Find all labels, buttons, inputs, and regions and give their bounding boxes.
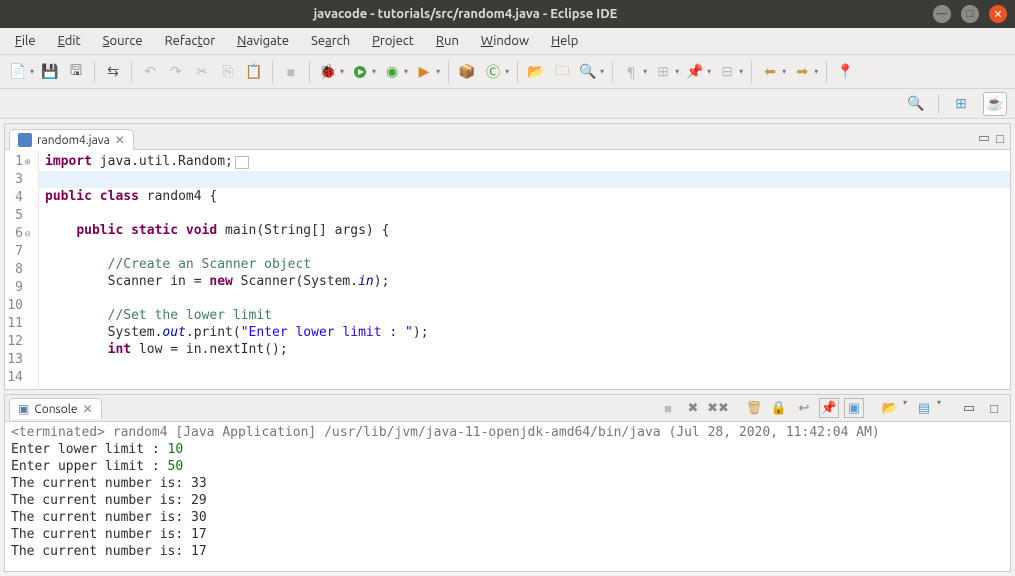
new-button[interactable]: 📄 <box>6 60 30 84</box>
console-clear-icon[interactable]: 🗑 <box>744 398 764 418</box>
menu-help[interactable]: Help <box>542 31 587 51</box>
console-word-wrap-icon[interactable]: ↩ <box>794 398 814 418</box>
run-last-button[interactable]: ▶ <box>412 60 436 84</box>
toggle-block-button[interactable]: ⊞ <box>651 60 675 84</box>
menu-file[interactable]: File <box>6 31 45 51</box>
console-maximize-icon[interactable]: □ <box>984 398 1004 418</box>
annotation-button[interactable]: ⊟ <box>715 60 739 84</box>
console-icon: ▣ <box>18 402 29 416</box>
console-remove-terminated-icon[interactable]: ✖ <box>683 398 703 418</box>
console-line: The current number is: 30 <box>11 509 1004 526</box>
menu-search[interactable]: Search <box>302 31 359 51</box>
new-class-button[interactable]: Ⓒ <box>481 60 505 84</box>
console-display-icon[interactable]: ▤ <box>914 398 934 418</box>
editor-tab-label: random4.java <box>37 134 110 147</box>
console-tab-close-icon[interactable]: ✕ <box>83 402 93 416</box>
java-file-icon <box>18 133 32 147</box>
window-close-button[interactable]: ✕ <box>989 5 1007 23</box>
console-line: The current number is: 17 <box>11 543 1004 560</box>
console-scroll-lock-icon[interactable]: 🔒 <box>769 398 789 418</box>
toggle-mark-button[interactable]: ¶ <box>619 60 643 84</box>
menu-source[interactable]: Source <box>94 31 152 51</box>
search-button[interactable]: 🔍 <box>576 60 600 84</box>
editor-tab-random4[interactable]: random4.java ✕ <box>9 129 134 150</box>
window-maximize-button[interactable]: □ <box>961 5 979 23</box>
console-tab[interactable]: ▣ Console ✕ <box>9 398 102 419</box>
console-output[interactable]: <terminated> random4 [Java Application] … <box>5 422 1010 571</box>
console-line: The current number is: 33 <box>11 475 1004 492</box>
console-terminate-icon[interactable]: ■ <box>658 398 678 418</box>
console-pin-icon[interactable]: 📌 <box>819 398 839 418</box>
editor-tab-close-icon[interactable]: ✕ <box>115 133 125 147</box>
copy-button[interactable]: ⎘ <box>216 60 240 84</box>
link-editor-button[interactable]: ⇆ <box>101 60 125 84</box>
redo-button[interactable]: ↷ <box>164 60 188 84</box>
console-line: The current number is: 29 <box>11 492 1004 509</box>
console-line: Enter lower limit : 10 <box>11 441 1004 458</box>
line-number-gutter: 1⊕3 4 5 6⊖7 8 9 10 11 12 13 14 <box>5 150 39 389</box>
menu-run[interactable]: Run <box>427 31 468 51</box>
menu-refactor[interactable]: Refactor <box>156 31 225 51</box>
terminate-button[interactable]: ■ <box>279 60 303 84</box>
console-pane: ▣ Console ✕ ■ ✖ ✖✖ 🗑 🔒 ↩ 📌 ▣ 📂▾ ▤▾ ▭ □ <… <box>4 394 1011 572</box>
java-perspective-button[interactable]: ☕ <box>983 92 1007 116</box>
open-perspective-button[interactable]: ⊞ <box>949 92 973 116</box>
forward-button[interactable]: ➡ <box>790 60 814 84</box>
editor-pane: random4.java ✕ ▭ □ 1⊕3 4 5 6⊖7 8 9 10 11… <box>4 123 1011 390</box>
paste-button[interactable]: 📋 <box>242 60 266 84</box>
quick-access-search-icon[interactable]: 🔍 <box>904 92 928 116</box>
coverage-button[interactable]: ◉ <box>380 60 404 84</box>
console-toolbar: ■ ✖ ✖✖ 🗑 🔒 ↩ 📌 ▣ 📂▾ ▤▾ ▭ □ <box>658 398 1010 418</box>
editor-tab-row: random4.java ✕ ▭ □ <box>5 124 1010 150</box>
new-package-button[interactable]: 📦 <box>455 60 479 84</box>
console-line: The current number is: 17 <box>11 526 1004 543</box>
save-all-button[interactable]: 🖫 <box>64 60 88 84</box>
run-button[interactable] <box>348 60 372 84</box>
console-open-icon[interactable]: 📂 <box>880 398 900 418</box>
console-minimize-icon[interactable]: ▭ <box>959 398 979 418</box>
menu-bar: File Edit Source Refactor Navigate Searc… <box>0 28 1015 55</box>
main-toolbar: 📄▾ 💾 🖫 ⇆ ↶ ↷ ✂ ⎘ 📋 ■ 🐞▾ ▾ ◉▾ ▶▾ 📦 Ⓒ▾ 📂 🗀… <box>0 55 1015 89</box>
console-tab-row: ▣ Console ✕ ■ ✖ ✖✖ 🗑 🔒 ↩ 📌 ▣ 📂▾ ▤▾ ▭ □ <box>5 395 1010 422</box>
window-titlebar: javacode - tutorials/src/random4.java - … <box>0 0 1015 28</box>
console-show-console-icon[interactable]: ▣ <box>844 398 864 418</box>
console-tab-label: Console <box>34 403 77 416</box>
window-title: javacode - tutorials/src/random4.java - … <box>8 7 923 21</box>
save-button[interactable]: 💾 <box>38 60 62 84</box>
editor-minimize-icon[interactable]: ▭ <box>978 131 990 146</box>
menu-navigate[interactable]: Navigate <box>228 31 298 51</box>
window-minimize-button[interactable]: — <box>933 5 951 23</box>
pin-button[interactable]: 📌 <box>683 60 707 84</box>
back-button[interactable]: ⬅ <box>758 60 782 84</box>
menu-project[interactable]: Project <box>363 31 423 51</box>
menu-edit[interactable]: Edit <box>49 31 90 51</box>
debug-button[interactable]: 🐞 <box>316 60 340 84</box>
open-task-button[interactable]: 🗀 <box>550 60 574 84</box>
code-editor[interactable]: 1⊕3 4 5 6⊖7 8 9 10 11 12 13 14 import ja… <box>5 150 1010 389</box>
cut-button[interactable]: ✂ <box>190 60 214 84</box>
open-type-button[interactable]: 📂 <box>524 60 548 84</box>
console-terminated-line: <terminated> random4 [Java Application] … <box>11 424 1004 441</box>
undo-button[interactable]: ↶ <box>138 60 162 84</box>
code-content[interactable]: import java.util.Random; public class ra… <box>39 150 1010 389</box>
editor-maximize-icon[interactable]: □ <box>996 131 1004 146</box>
console-remove-all-icon[interactable]: ✖✖ <box>708 398 728 418</box>
console-line: Enter upper limit : 50 <box>11 458 1004 475</box>
pin-editor-button[interactable]: 📍 <box>833 60 857 84</box>
perspective-bar: 🔍 ⊞ ☕ <box>0 89 1015 119</box>
menu-window[interactable]: Window <box>472 31 538 51</box>
